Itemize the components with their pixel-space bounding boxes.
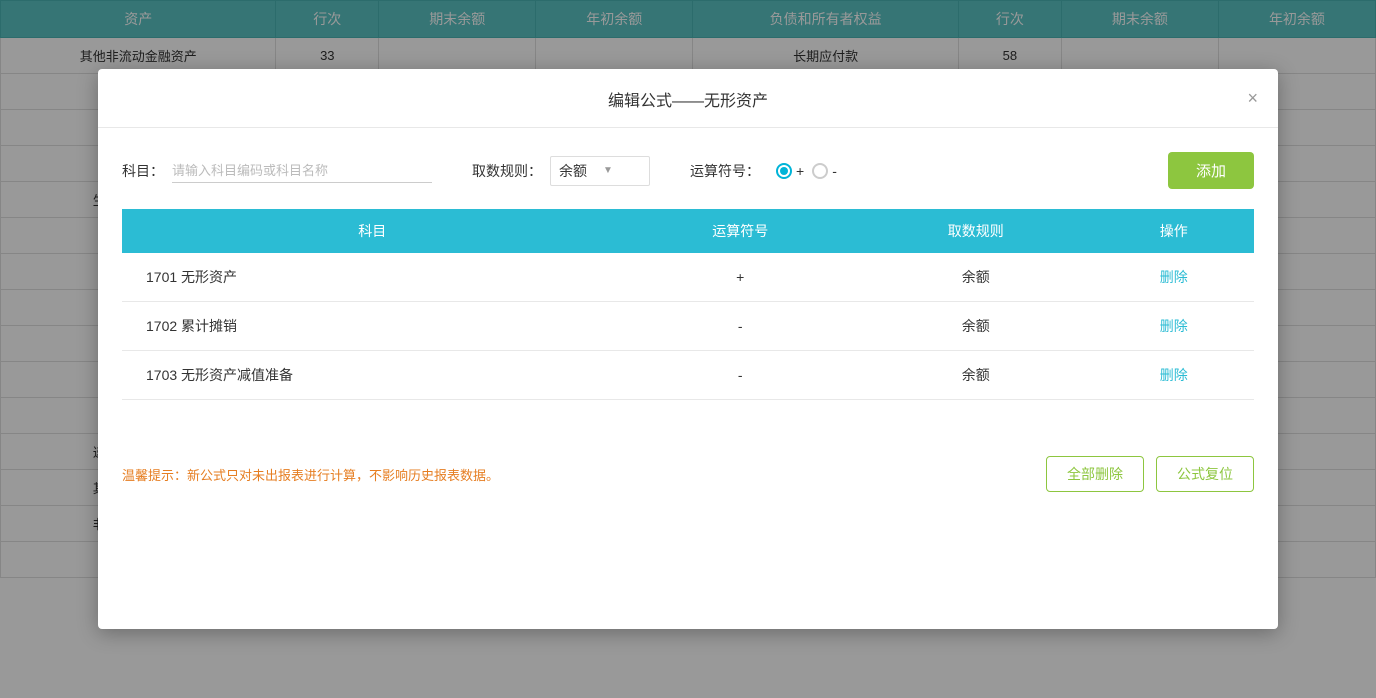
- col-rule: 取数规则: [858, 209, 1093, 253]
- col-subject: 科目: [122, 209, 623, 253]
- formula-operator: -: [623, 351, 858, 400]
- delete-link[interactable]: 删除: [1160, 318, 1188, 334]
- formula-rule: 余额: [858, 302, 1093, 351]
- rule-section: 取数规则： 余额 ▼: [472, 156, 650, 186]
- rule-value: 余额: [559, 161, 587, 181]
- formula-operator: +: [623, 253, 858, 302]
- radio-minus-label: -: [832, 163, 837, 179]
- form-row: 科目： 取数规则： 余额 ▼ 运算符号： +: [122, 152, 1254, 189]
- operator-label: 运算符号：: [690, 161, 760, 181]
- radio-plus-circle[interactable]: [776, 163, 792, 179]
- radio-minus[interactable]: -: [812, 163, 837, 179]
- reset-button[interactable]: 公式复位: [1156, 456, 1254, 492]
- operator-group: 运算符号： + -: [690, 161, 837, 181]
- modal-header: 编辑公式——无形资产 ×: [98, 69, 1278, 128]
- modal-footer: 温馨提示：新公式只对未出报表进行计算，不影响历史报表数据。 全部删除 公式复位: [98, 440, 1278, 512]
- col-action: 操作: [1093, 209, 1254, 253]
- formula-table: 科目 运算符号 取数规则 操作 1701 无形资产+余额删除1702 累计摊销-…: [122, 209, 1254, 400]
- formula-row: 1701 无形资产+余额 删除: [122, 253, 1254, 302]
- formula-row: 1702 累计摊销-余额 删除: [122, 302, 1254, 351]
- formula-subject: 1703 无形资产减值准备: [122, 351, 623, 400]
- radio-minus-circle[interactable]: [812, 163, 828, 179]
- formula-action: 删除: [1093, 253, 1254, 302]
- footer-buttons: 全部删除 公式复位: [1046, 456, 1254, 492]
- warning-text: 温馨提示：新公式只对未出报表进行计算，不影响历史报表数据。: [122, 465, 499, 484]
- formula-action: 删除: [1093, 302, 1254, 351]
- subject-label: 科目：: [122, 161, 164, 181]
- formula-rule: 余额: [858, 351, 1093, 400]
- formula-operator: -: [623, 302, 858, 351]
- subject-input[interactable]: [172, 159, 432, 183]
- rule-label: 取数规则：: [472, 161, 542, 181]
- rule-select[interactable]: 余额 ▼: [550, 156, 650, 186]
- close-button[interactable]: ×: [1247, 89, 1258, 107]
- delete-all-button[interactable]: 全部删除: [1046, 456, 1144, 492]
- formula-row: 1703 无形资产减值准备-余额 删除: [122, 351, 1254, 400]
- delete-link[interactable]: 删除: [1160, 367, 1188, 383]
- radio-plus-label: +: [796, 163, 804, 179]
- add-button[interactable]: 添加: [1168, 152, 1254, 189]
- chevron-down-icon: ▼: [603, 165, 613, 176]
- formula-action: 删除: [1093, 351, 1254, 400]
- modal-overlay: 编辑公式——无形资产 × 科目： 取数规则： 余额 ▼ 运算符号：: [0, 0, 1376, 698]
- delete-link[interactable]: 删除: [1160, 269, 1188, 285]
- formula-rule: 余额: [858, 253, 1093, 302]
- modal-body: 科目： 取数规则： 余额 ▼ 运算符号： +: [98, 128, 1278, 440]
- radio-plus[interactable]: +: [776, 163, 804, 179]
- formula-subject: 1701 无形资产: [122, 253, 623, 302]
- modal-title: 编辑公式——无形资产: [608, 87, 768, 111]
- col-operator: 运算符号: [623, 209, 858, 253]
- modal-dialog: 编辑公式——无形资产 × 科目： 取数规则： 余额 ▼ 运算符号：: [98, 69, 1278, 629]
- formula-subject: 1702 累计摊销: [122, 302, 623, 351]
